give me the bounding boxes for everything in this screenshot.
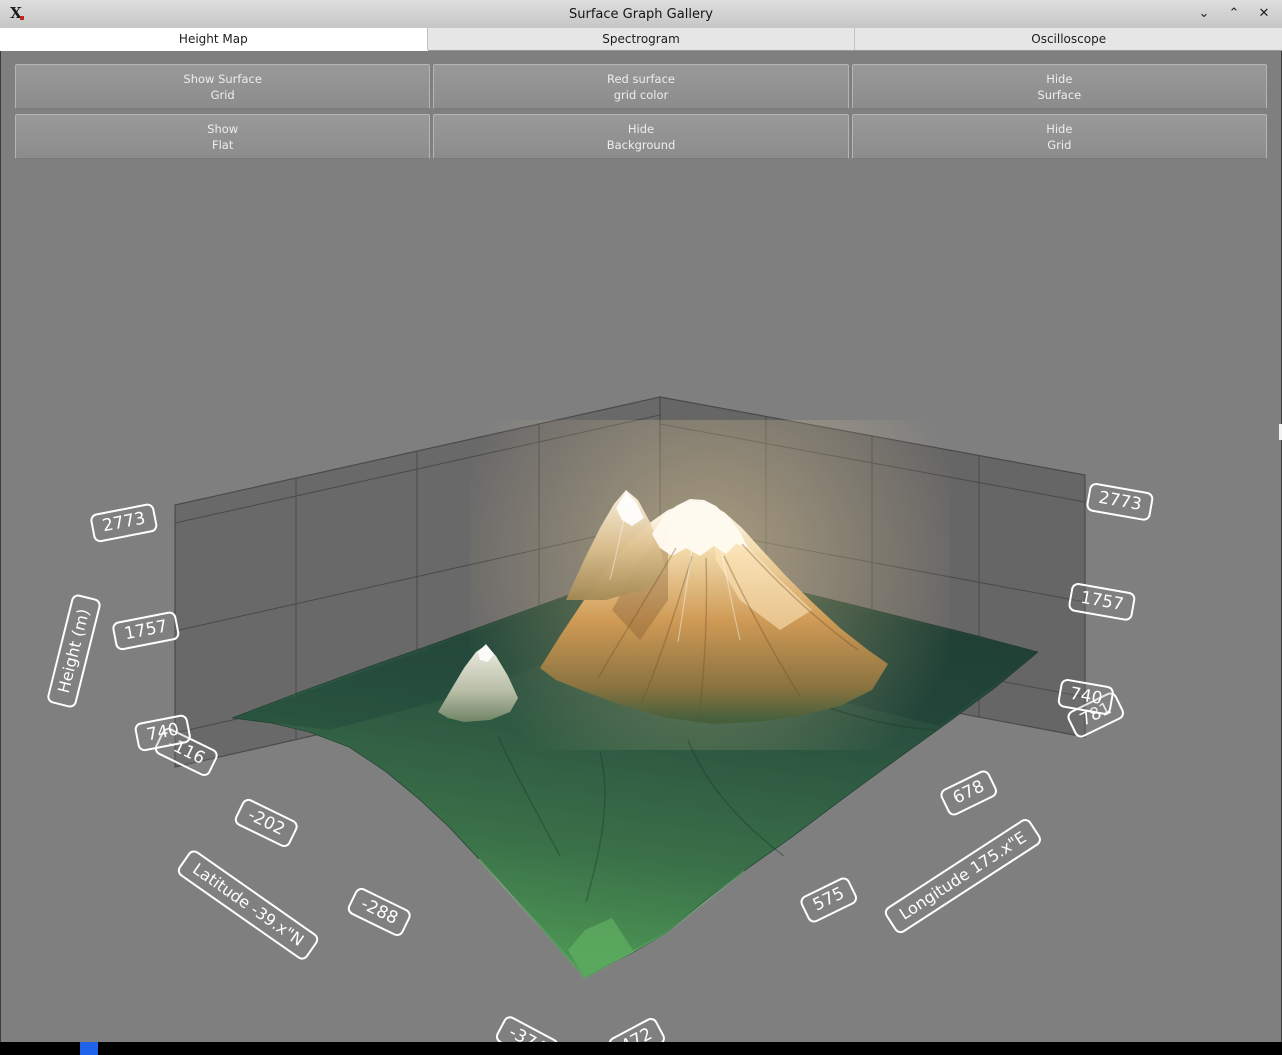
button-label-line2: Grid — [211, 87, 235, 103]
button-label-line2: grid color — [614, 87, 669, 103]
button-label-line2: Flat — [212, 137, 233, 153]
app-icon: X — [8, 5, 24, 21]
hide-background-button[interactable]: Hide Background — [433, 114, 848, 159]
button-label-line1: Show Surface — [183, 71, 262, 87]
button-label-line1: Red surface — [607, 71, 675, 87]
button-label-line2: Surface — [1037, 87, 1081, 103]
show-surface-grid-button[interactable]: Show Surface Grid — [15, 64, 430, 109]
button-label-line2: Background — [607, 137, 676, 153]
titlebar[interactable]: X Surface Graph Gallery ⌄ ⌃ ✕ — [0, 0, 1282, 29]
taskbar-blue-indicator — [80, 1042, 98, 1055]
window-maximize-button[interactable]: ⌃ — [1226, 0, 1242, 28]
window-title: Surface Graph Gallery — [569, 7, 713, 22]
window-shade-button[interactable]: ⌄ — [1196, 0, 1212, 28]
button-label-line2: Grid — [1047, 137, 1071, 153]
app-icon-accent — [20, 16, 24, 20]
tab-oscilloscope[interactable]: Oscilloscope — [855, 28, 1282, 50]
tab-spectrogram[interactable]: Spectrogram — [428, 28, 856, 50]
window-close-button[interactable]: ✕ — [1256, 0, 1272, 28]
hide-grid-button[interactable]: Hide Grid — [852, 114, 1267, 159]
app-window: 2773 1757 -116 740 -202 -288 -374 2773 1… — [0, 0, 1282, 1055]
button-label-line1: Hide — [1046, 121, 1072, 137]
show-flat-button[interactable]: Show Flat — [15, 114, 430, 159]
red-surface-grid-color-button[interactable]: Red surface grid color — [433, 64, 848, 109]
tab-height-map[interactable]: Height Map — [0, 28, 428, 50]
bottom-taskbar-strip — [0, 1042, 1282, 1055]
toolbar: Show Surface Grid Red surface grid color… — [0, 51, 1282, 159]
window-controls: ⌄ ⌃ ✕ — [1196, 0, 1272, 28]
button-label-line1: Hide — [1046, 71, 1072, 87]
tab-bar: Height Map Spectrogram Oscilloscope — [0, 28, 1282, 51]
button-label-line1: Hide — [628, 121, 654, 137]
button-label-line1: Show — [207, 121, 238, 137]
hide-surface-button[interactable]: Hide Surface — [852, 64, 1267, 109]
